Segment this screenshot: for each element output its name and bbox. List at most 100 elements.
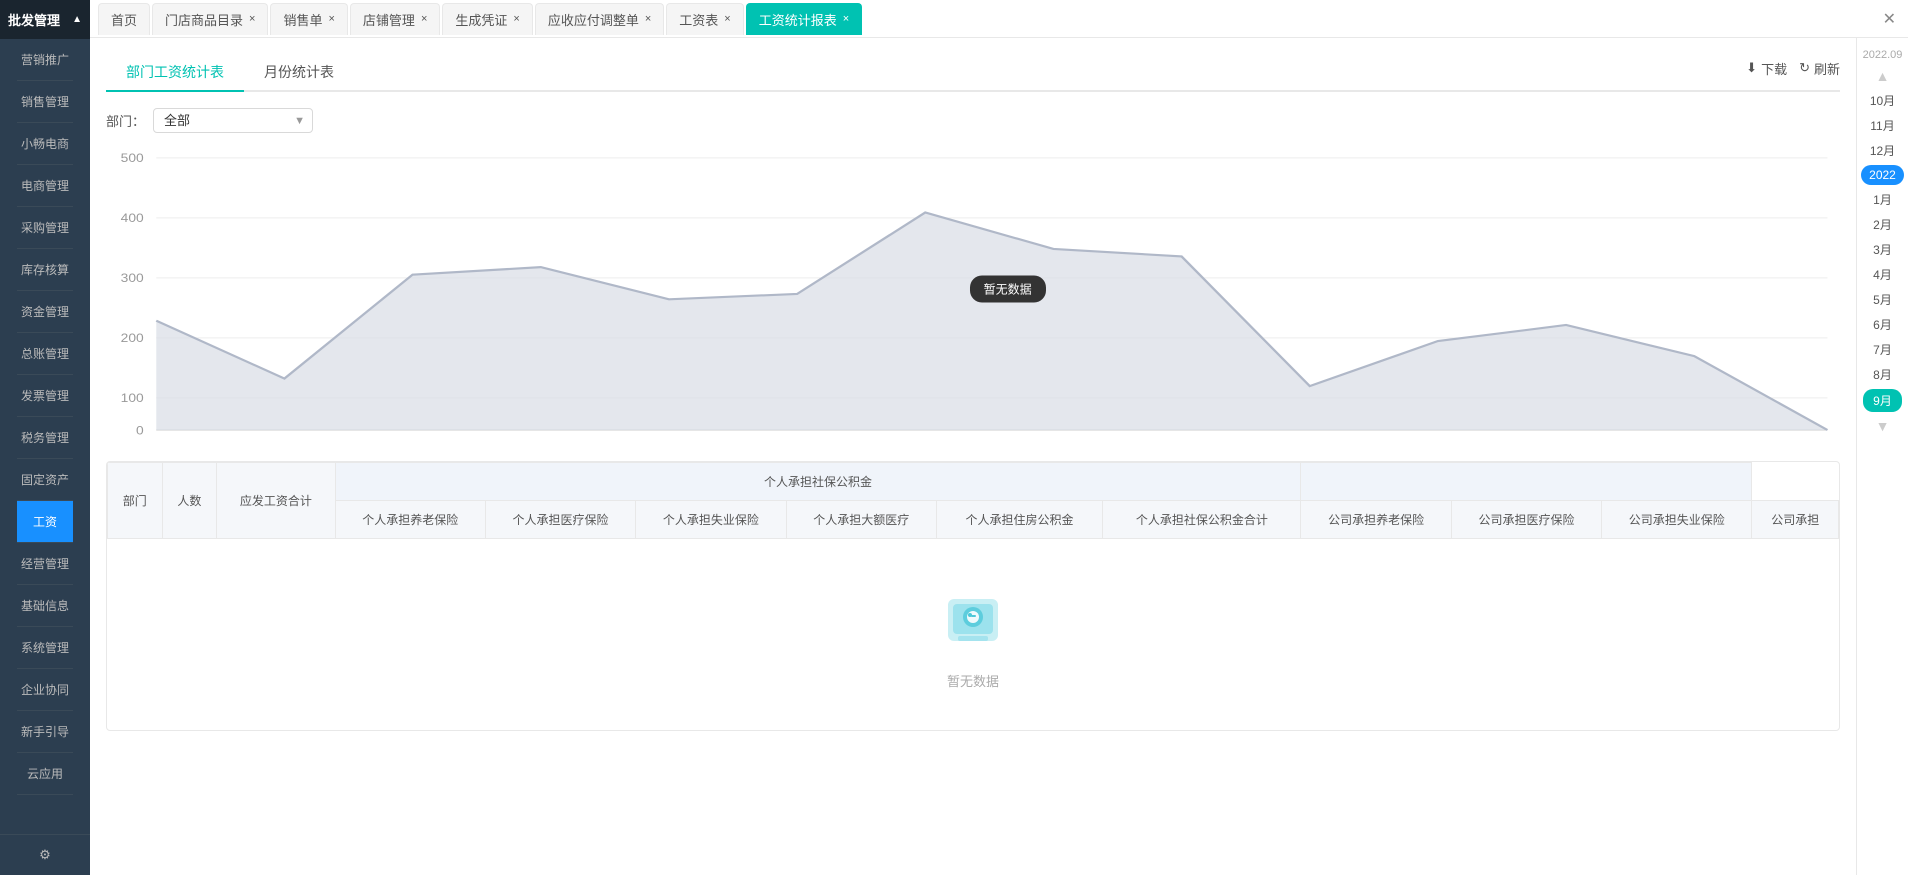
sub-tab-部门工资统计表[interactable]: 部门工资统计表 bbox=[106, 54, 244, 92]
th-personal-unemployment: 个人承担失业保险 bbox=[636, 501, 786, 539]
th-personal-pension: 个人承担养老保险 bbox=[335, 501, 485, 539]
th-personal-insurance-group: 个人承担社保公积金 bbox=[335, 463, 1301, 501]
timeline-item-7月[interactable]: 7月 bbox=[1857, 337, 1908, 362]
sidebar-item-新手引导[interactable]: 新手引导 bbox=[17, 711, 73, 753]
tab-close-icon[interactable]: × bbox=[249, 14, 255, 25]
tab-销售单[interactable]: 销售单× bbox=[270, 3, 347, 35]
timeline-item-1月[interactable]: 1月 bbox=[1857, 187, 1908, 212]
tab-bar: 首页门店商品目录×销售单×店铺管理×生成凭证×应收应付调整单×工资表×工资统计报… bbox=[90, 0, 1908, 38]
chart-area: 500 400 300 200 100 0 bbox=[106, 145, 1840, 445]
th-company-insurance-group bbox=[1301, 463, 1752, 501]
timeline-item-11月[interactable]: 11月 bbox=[1857, 113, 1908, 138]
download-button[interactable]: ⬇ 下载 bbox=[1746, 59, 1787, 78]
tab-工资表[interactable]: 工资表× bbox=[666, 3, 743, 35]
timeline-item-8月[interactable]: 8月 bbox=[1857, 362, 1908, 387]
data-table: 部门 人数 应发工资合计 个人承担社保公积金 个人承担养老保险 个人承担医疗保险… bbox=[106, 461, 1840, 731]
svg-text:200: 200 bbox=[121, 331, 144, 345]
sidebar-item-企业协同[interactable]: 企业协同 bbox=[17, 669, 73, 711]
sidebar-title: 批发管理 bbox=[8, 10, 60, 29]
svg-text:400: 400 bbox=[121, 211, 144, 225]
timeline-item-2月[interactable]: 2月 bbox=[1857, 212, 1908, 237]
refresh-button[interactable]: ↻ 刷新 bbox=[1799, 59, 1840, 78]
chart-svg: 500 400 300 200 100 0 bbox=[106, 145, 1840, 445]
timeline-item-10月[interactable]: 10月 bbox=[1857, 88, 1908, 113]
dept-select[interactable]: 全部 bbox=[153, 108, 313, 133]
tab-close-icon[interactable]: × bbox=[328, 14, 334, 25]
empty-state: 暂无数据 bbox=[107, 539, 1839, 730]
svg-text:0: 0 bbox=[136, 423, 144, 437]
sidebar-item-工资[interactable]: 工资 bbox=[17, 501, 73, 543]
sub-tab-月份统计表[interactable]: 月份统计表 bbox=[244, 54, 354, 92]
timeline-item-5月[interactable]: 5月 bbox=[1857, 287, 1908, 312]
th-personal-medical: 个人承担医疗保险 bbox=[485, 501, 635, 539]
sidebar-item-云应用[interactable]: 云应用 bbox=[17, 753, 73, 795]
refresh-icon: ↻ bbox=[1799, 60, 1810, 76]
tab-close-icon[interactable]: × bbox=[843, 14, 849, 25]
download-icon: ⬇ bbox=[1746, 60, 1757, 76]
tab-close-icon[interactable]: × bbox=[421, 14, 427, 25]
main-area: 首页门店商品目录×销售单×店铺管理×生成凭证×应收应付调整单×工资表×工资统计报… bbox=[90, 0, 1908, 875]
tab-close-icon[interactable]: × bbox=[724, 14, 730, 25]
th-total-salary: 应发工资合计 bbox=[217, 463, 335, 539]
sidebar-item-固定资产[interactable]: 固定资产 bbox=[17, 459, 73, 501]
dept-label: 部门： bbox=[106, 111, 145, 130]
th-personal-housing: 个人承担住房公积金 bbox=[936, 501, 1102, 539]
th-personal-total: 个人承担社保公积金合计 bbox=[1103, 501, 1301, 539]
dept-select-wrapper: 全部 ▼ bbox=[153, 108, 313, 133]
tab-门店商品目录[interactable]: 门店商品目录× bbox=[152, 3, 268, 35]
sidebar-item-库存核算[interactable]: 库存核算 bbox=[17, 249, 73, 291]
close-all-icon[interactable]: ✕ bbox=[1879, 5, 1900, 33]
svg-text:100: 100 bbox=[121, 391, 144, 405]
timeline-item-6月[interactable]: 6月 bbox=[1857, 312, 1908, 337]
empty-icon bbox=[933, 579, 1013, 659]
sidebar-item-总账管理[interactable]: 总账管理 bbox=[17, 333, 73, 375]
sidebar-item-税务管理[interactable]: 税务管理 bbox=[17, 417, 73, 459]
timeline-item-2022[interactable]: 2022 bbox=[1861, 165, 1904, 185]
page-content: 部门工资统计表月份统计表 ⬇ 下载 ↻ 刷新 部门： bbox=[90, 38, 1856, 875]
th-company-pension: 公司承担养老保险 bbox=[1301, 501, 1451, 539]
tab-店铺管理[interactable]: 店铺管理× bbox=[350, 3, 440, 35]
empty-text: 暂无数据 bbox=[947, 671, 999, 690]
sidebar-item-采购管理[interactable]: 采购管理 bbox=[17, 207, 73, 249]
sidebar-item-营销推广[interactable]: 营销推广 bbox=[17, 39, 73, 81]
sidebar: 批发管理 ▲ 营销推广销售管理小畅电商电商管理采购管理库存核算资金管理总账管理发… bbox=[0, 0, 90, 875]
tab-bar-actions: ✕ bbox=[1879, 5, 1900, 33]
content-area: 部门工资统计表月份统计表 ⬇ 下载 ↻ 刷新 部门： bbox=[90, 38, 1908, 875]
table-header-row2: 个人承担养老保险 个人承担医疗保险 个人承担失业保险 个人承担大额医疗 个人承担… bbox=[108, 501, 1839, 539]
sidebar-item-基础信息[interactable]: 基础信息 bbox=[17, 585, 73, 627]
table-header-row1: 部门 人数 应发工资合计 个人承担社保公积金 bbox=[108, 463, 1839, 501]
sidebar-footer-settings[interactable]: ⚙ bbox=[0, 834, 90, 875]
timeline-nav-up[interactable]: ▲ bbox=[1872, 64, 1894, 88]
timeline-item-3月[interactable]: 3月 bbox=[1857, 237, 1908, 262]
sidebar-item-发票管理[interactable]: 发票管理 bbox=[17, 375, 73, 417]
sidebar-item-系统管理[interactable]: 系统管理 bbox=[17, 627, 73, 669]
timeline-item-4月[interactable]: 4月 bbox=[1857, 262, 1908, 287]
toolbar: 部门： 全部 ▼ bbox=[106, 108, 1840, 133]
table-header: 部门 人数 应发工资合计 个人承担社保公积金 个人承担养老保险 个人承担医疗保险… bbox=[108, 463, 1839, 539]
sidebar-arrow-icon: ▲ bbox=[72, 14, 82, 25]
th-company-medical: 公司承担医疗保险 bbox=[1451, 501, 1601, 539]
timeline-year-top: 2022.09 bbox=[1863, 46, 1903, 64]
tab-close-icon[interactable]: × bbox=[645, 14, 651, 25]
sidebar-item-电商管理[interactable]: 电商管理 bbox=[17, 165, 73, 207]
th-company-unemployment: 公司承担失业保险 bbox=[1602, 501, 1752, 539]
sidebar-header[interactable]: 批发管理 ▲ bbox=[0, 0, 90, 39]
th-headcount: 人数 bbox=[162, 463, 217, 539]
tab-生成凭证[interactable]: 生成凭证× bbox=[442, 3, 532, 35]
toolbar-left: 部门： 全部 ▼ bbox=[106, 108, 313, 133]
th-company-more: 公司承担 bbox=[1752, 501, 1839, 539]
svg-text:300: 300 bbox=[121, 271, 144, 285]
timeline-item-12月[interactable]: 12月 bbox=[1857, 138, 1908, 163]
timeline-item-9月[interactable]: 9月 bbox=[1863, 389, 1902, 412]
tab-首页[interactable]: 首页 bbox=[98, 3, 150, 35]
sidebar-item-小畅电商[interactable]: 小畅电商 bbox=[17, 123, 73, 165]
sidebar-item-经营管理[interactable]: 经营管理 bbox=[17, 543, 73, 585]
toolbar-right: ⬇ 下载 ↻ 刷新 bbox=[1746, 54, 1840, 90]
tab-close-icon[interactable]: × bbox=[513, 14, 519, 25]
tab-工资统计报表[interactable]: 工资统计报表× bbox=[746, 3, 862, 35]
sidebar-item-资金管理[interactable]: 资金管理 bbox=[17, 291, 73, 333]
sidebar-item-销售管理[interactable]: 销售管理 bbox=[17, 81, 73, 123]
timeline-nav-down[interactable]: ▼ bbox=[1872, 414, 1894, 438]
tab-应收应付调整单[interactable]: 应收应付调整单× bbox=[535, 3, 664, 35]
th-personal-major-medical: 个人承担大额医疗 bbox=[786, 501, 936, 539]
